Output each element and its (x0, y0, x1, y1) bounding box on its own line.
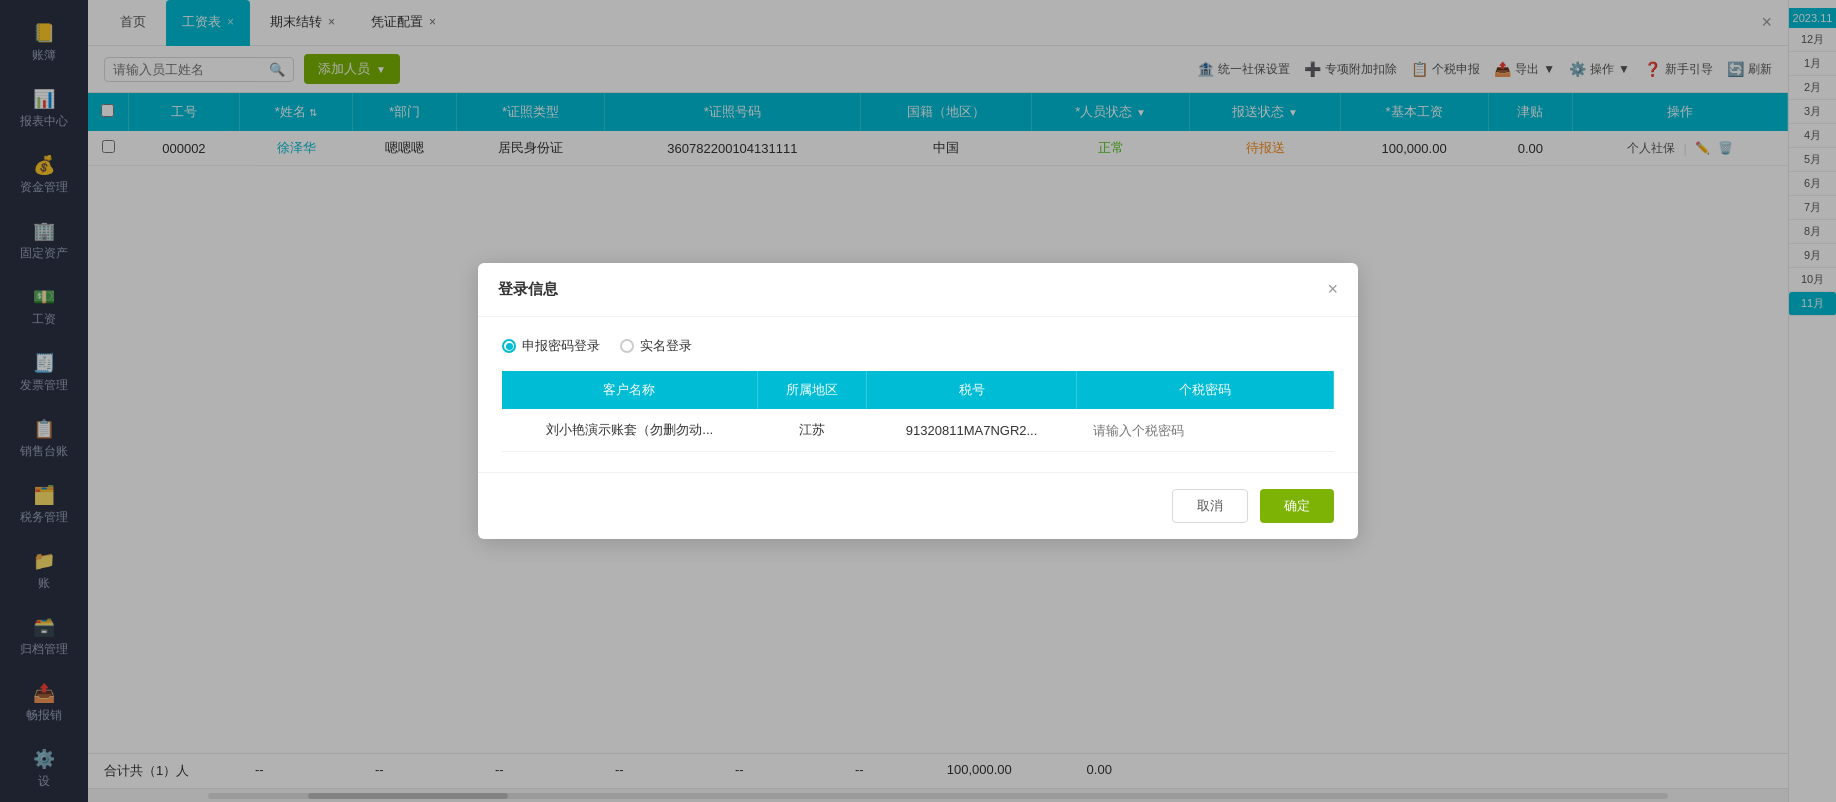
radio-realname-login[interactable]: 实名登录 (620, 337, 692, 355)
login-type-radio-group: 申报密码登录 实名登录 (502, 337, 1334, 355)
modal-cell-taxno: 91320811MA7NGR2... (867, 409, 1077, 452)
modal-cell-region: 江苏 (757, 409, 866, 452)
modal-client-table: 客户名称 所属地区 税号 个税密码 刘小艳演示账套（勿删勿动... 江苏 913… (502, 371, 1334, 452)
modal-body: 申报密码登录 实名登录 客户名称 所属地区 税号 个税密码 (478, 317, 1358, 472)
cancel-button[interactable]: 取消 (1172, 489, 1248, 523)
modal-col-name: 客户名称 (502, 371, 757, 409)
login-info-modal: 登录信息 × 申报密码登录 实名登录 客户名称 所属地区 (478, 263, 1358, 539)
radio-password-label: 申报密码登录 (522, 337, 600, 355)
radio-realname-dot (620, 339, 634, 353)
modal-cell-password[interactable] (1077, 409, 1334, 452)
modal-table-row: 刘小艳演示账套（勿删勿动... 江苏 91320811MA7NGR2... (502, 409, 1334, 452)
modal-col-region: 所属地区 (757, 371, 866, 409)
modal-title: 登录信息 (498, 280, 558, 299)
modal-cell-name: 刘小艳演示账套（勿删勿动... (502, 409, 757, 452)
modal-header: 登录信息 × (478, 263, 1358, 317)
tax-password-input[interactable] (1093, 423, 1318, 438)
modal-col-password: 个税密码 (1077, 371, 1334, 409)
modal-overlay: 登录信息 × 申报密码登录 实名登录 客户名称 所属地区 (0, 0, 1836, 802)
modal-col-taxno: 税号 (867, 371, 1077, 409)
modal-footer: 取消 确定 (478, 472, 1358, 539)
radio-password-dot (502, 339, 516, 353)
confirm-button[interactable]: 确定 (1260, 489, 1334, 523)
radio-realname-label: 实名登录 (640, 337, 692, 355)
radio-password-login[interactable]: 申报密码登录 (502, 337, 600, 355)
modal-close-icon[interactable]: × (1327, 279, 1338, 300)
